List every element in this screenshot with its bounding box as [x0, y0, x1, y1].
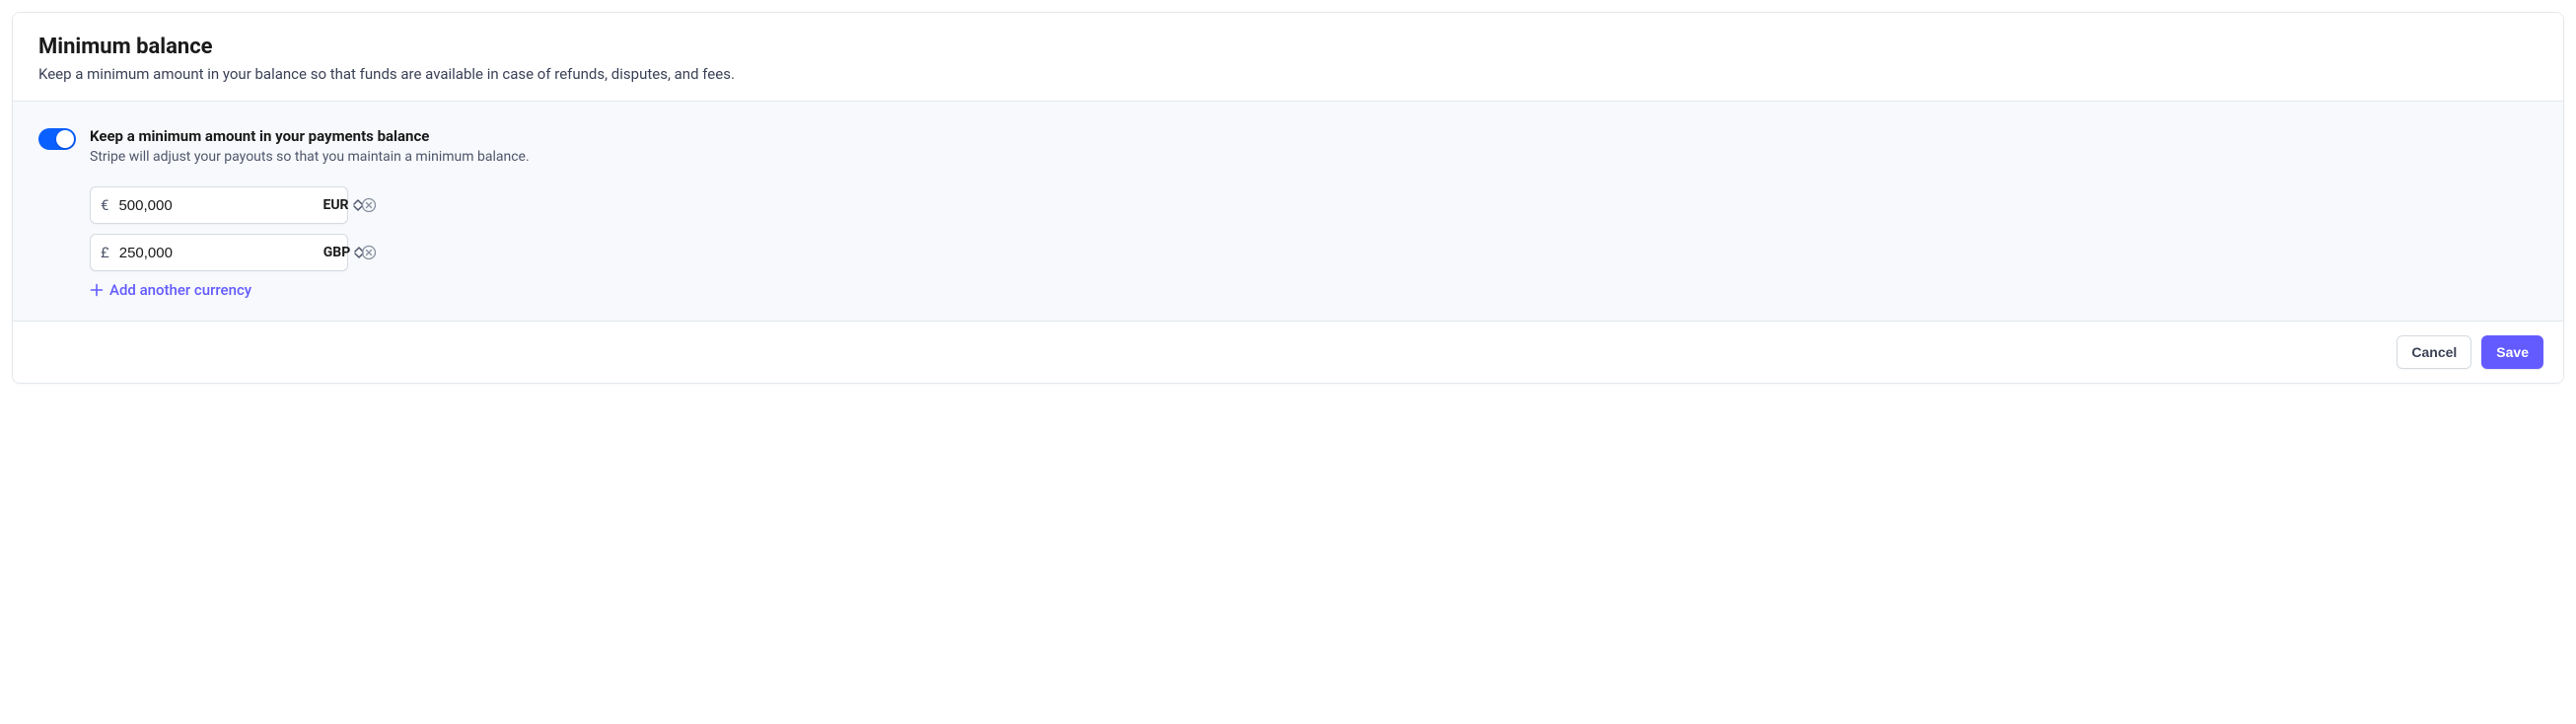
currency-amount-input[interactable] [118, 197, 315, 214]
add-currency-button[interactable]: Add another currency [90, 281, 251, 299]
currency-code-select[interactable]: EUR [315, 197, 362, 213]
card-subtitle: Keep a minimum amount in your balance so… [38, 65, 2538, 83]
currency-symbol: £ [101, 244, 109, 261]
currency-rows: € EUR [90, 186, 2538, 271]
add-currency-label: Add another currency [109, 281, 251, 299]
save-button[interactable]: Save [2481, 335, 2543, 369]
toggle-title: Keep a minimum amount in your payments b… [90, 127, 530, 145]
minimum-balance-card: Minimum balance Keep a minimum amount in… [12, 12, 2564, 384]
currency-row-eur: € EUR [90, 186, 2538, 224]
toggle-subtitle: Stripe will adjust your payouts so that … [90, 149, 530, 165]
currency-symbol: € [101, 196, 108, 214]
card-body: Keep a minimum amount in your payments b… [13, 101, 2563, 322]
currency-code-label: EUR [322, 197, 348, 213]
card-title: Minimum balance [38, 35, 2538, 59]
currency-row-gbp: £ GBP [90, 234, 2538, 271]
remove-currency-button[interactable] [360, 244, 378, 261]
currency-code-label: GBP [323, 245, 351, 260]
card-header: Minimum balance Keep a minimum amount in… [13, 13, 2563, 101]
toggle-knob [56, 130, 74, 148]
plus-icon [90, 283, 104, 297]
currency-input-wrap: £ GBP [90, 234, 348, 271]
card-footer: Cancel Save [13, 322, 2563, 383]
minimum-balance-toggle[interactable] [38, 128, 76, 150]
close-circle-icon [361, 245, 377, 260]
remove-currency-button[interactable] [360, 196, 378, 214]
close-circle-icon [361, 197, 377, 213]
currency-amount-input[interactable] [119, 245, 316, 261]
currency-input-wrap: € EUR [90, 186, 348, 224]
toggle-text: Keep a minimum amount in your payments b… [90, 127, 530, 165]
cancel-button[interactable]: Cancel [2397, 335, 2471, 369]
toggle-row: Keep a minimum amount in your payments b… [38, 127, 2538, 165]
currency-code-select[interactable]: GBP [316, 245, 365, 260]
